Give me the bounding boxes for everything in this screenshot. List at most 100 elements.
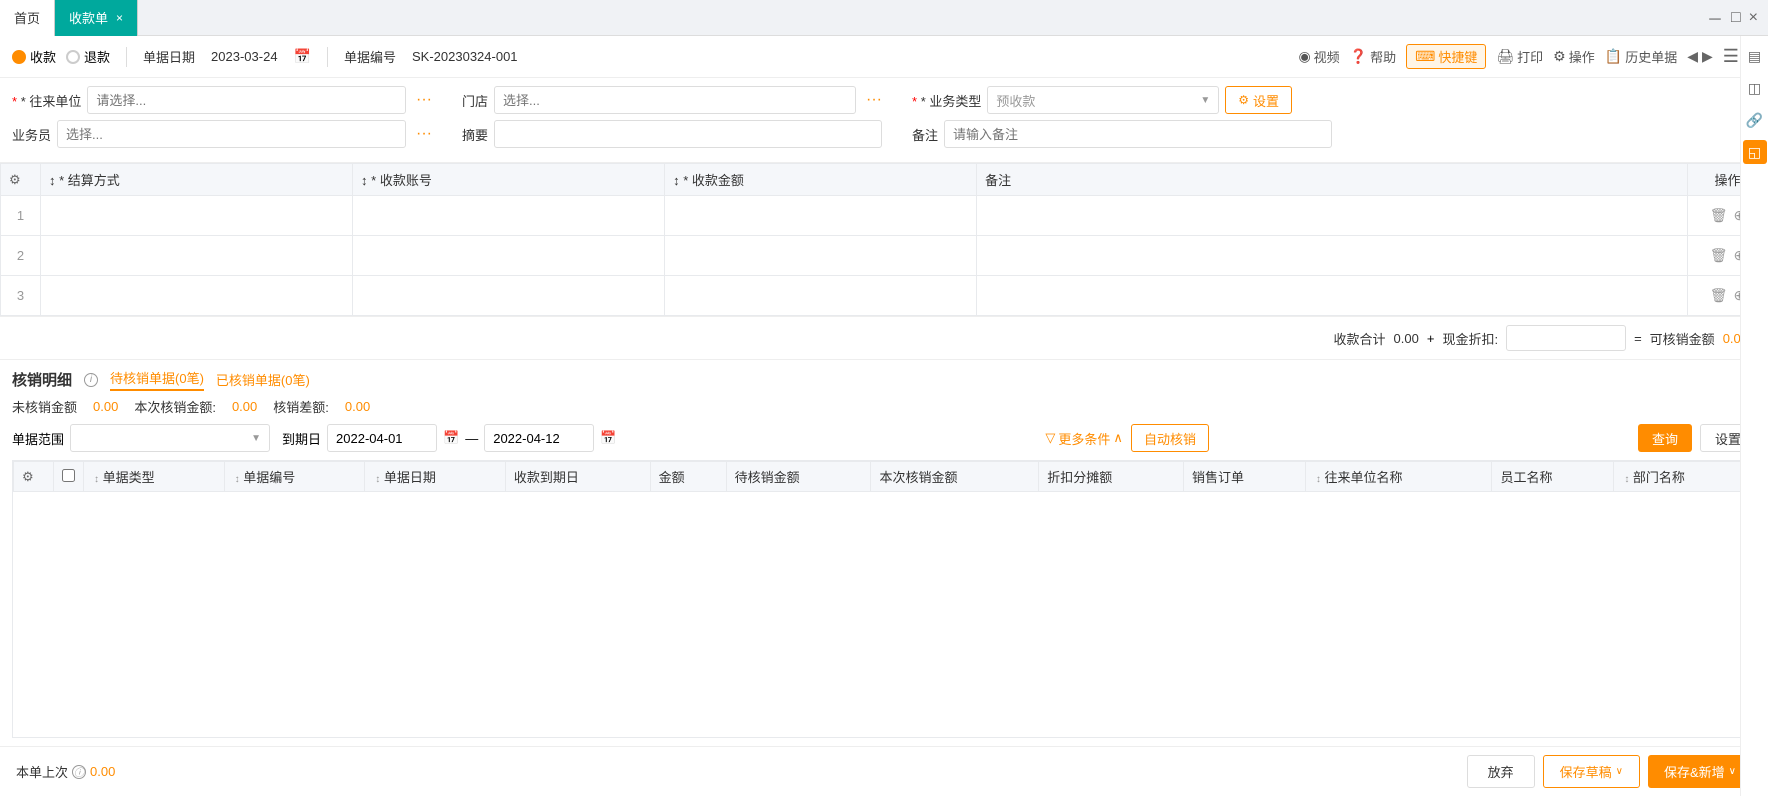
col-remark: 备注 <box>977 164 1688 196</box>
row1-account[interactable] <box>353 196 665 236</box>
video-icon: ◉ <box>1298 48 1310 65</box>
row3-remark[interactable] <box>977 276 1688 316</box>
receipt-radio-dot <box>12 50 26 64</box>
maximize-icon[interactable]: □ <box>1731 9 1741 27</box>
store-more-btn[interactable]: ··· <box>866 91 882 109</box>
settings-icon: ⚙ <box>1238 93 1249 107</box>
summary-input[interactable] <box>494 120 882 148</box>
table-row: 1 🗑⊕ <box>1 196 1768 236</box>
row2-settlement[interactable] <box>41 236 353 276</box>
pending-tab[interactable]: 待核销单据(0笔) <box>110 368 204 391</box>
party-input[interactable] <box>87 86 406 114</box>
sidebar-link-icon[interactable]: 🔗 <box>1743 108 1767 132</box>
video-btn[interactable]: ◉ 视频 <box>1298 47 1339 66</box>
row1-settlement[interactable] <box>41 196 353 236</box>
tab-bar: 首页 收款单 × － □ × <box>0 0 1768 36</box>
mode-refund[interactable]: 退款 <box>66 47 110 66</box>
sidebar-table-icon[interactable]: ▤ <box>1743 44 1767 68</box>
settings-btn[interactable]: ⚙ 设置 <box>1225 86 1292 114</box>
sidebar-doc-icon[interactable]: ◫ <box>1743 76 1767 100</box>
query-btn[interactable]: 查询 <box>1638 424 1692 452</box>
form-row-1: * * 往来单位 ··· 门店 ··· * * 业务类型 预收款 ▼ ⚙ 设置 <box>12 86 1756 114</box>
row3-delete-icon[interactable]: 🗑 <box>1710 287 1728 304</box>
nav-prev-icon[interactable]: ◀ <box>1687 48 1698 65</box>
done-tab[interactable]: 已核销单据(0笔) <box>216 370 310 389</box>
auto-verify-btn[interactable]: 自动核销 <box>1131 424 1209 452</box>
form-section: * * 往来单位 ··· 门店 ··· * * 业务类型 预收款 ▼ ⚙ 设置 <box>0 78 1768 163</box>
right-sidebar: ▤ ◫ 🔗 ◱ <box>1740 36 1768 796</box>
print-btn[interactable]: 🖨 打印 <box>1496 47 1543 66</box>
operation-icon: ⚙ <box>1553 48 1566 65</box>
more-conditions-btn[interactable]: ▽ 更多条件 ∧ <box>1045 429 1123 448</box>
row3-amount[interactable] <box>665 276 977 316</box>
date-from-input[interactable] <box>327 424 437 452</box>
col-doc-date: ↕ 单据日期 <box>365 462 506 492</box>
party-label: * * 往来单位 <box>12 91 81 110</box>
tab-home[interactable]: 首页 <box>0 0 55 36</box>
select-all-checkbox[interactable] <box>62 469 75 482</box>
help-btn[interactable]: ❓ 帮助 <box>1350 47 1396 66</box>
abandon-btn[interactable]: 放弃 <box>1467 755 1535 788</box>
row3-account[interactable] <box>353 276 665 316</box>
row2-remark[interactable] <box>977 236 1688 276</box>
shortcut-btn[interactable]: ⌨ 快捷键 <box>1406 44 1486 69</box>
store-input[interactable] <box>494 86 856 114</box>
row2-account[interactable] <box>353 236 665 276</box>
print-icon: 🖨 <box>1496 48 1514 65</box>
row-num-3: 3 <box>1 276 41 316</box>
row1-amount[interactable] <box>665 196 977 236</box>
table-gear-icon[interactable]: ⚙ <box>9 172 21 187</box>
close-icon[interactable]: × <box>1749 9 1758 27</box>
receipt-table: ⚙ ↕ * 结算方式 ↕ * 收款账号 ↕ * 收款金额 备注 操作 1 🗑⊕ <box>0 163 1768 316</box>
party-field: * * 往来单位 ··· <box>12 86 432 114</box>
save-btn[interactable]: 保存&新增 ∨ <box>1648 755 1752 788</box>
divider1 <box>126 47 127 67</box>
verify-header: 核销明细 i 待核销单据(0笔) 已核销单据(0笔) <box>12 368 1756 391</box>
bottom-table-gear-icon[interactable]: ⚙ <box>22 469 34 484</box>
row2-amount[interactable] <box>665 236 977 276</box>
date-range-field: 到期日 📅 — 📅 <box>282 424 616 452</box>
diff-label: 核销差额: <box>273 397 329 416</box>
filter-row: 单据范围 ▼ 到期日 📅 — 📅 ▽ 更多条件 ∧ <box>12 424 1756 452</box>
refund-radio-dot <box>66 50 80 64</box>
mode-receipt[interactable]: 收款 <box>12 47 56 66</box>
row3-settlement[interactable] <box>41 276 353 316</box>
col-sales-order: 销售订单 <box>1184 462 1306 492</box>
history-btn[interactable]: 📋 历史单据 <box>1605 47 1677 66</box>
operation-btn[interactable]: ⚙ 操作 <box>1553 47 1595 66</box>
divider2 <box>327 47 328 67</box>
tab-close-icon[interactable]: × <box>116 11 123 25</box>
row2-delete-icon[interactable]: 🗑 <box>1710 247 1728 264</box>
history-icon: 📋 <box>1605 48 1622 65</box>
date-to-input[interactable] <box>484 424 594 452</box>
range-select[interactable]: ▼ <box>70 424 270 452</box>
staff-more-btn[interactable]: ··· <box>416 125 432 143</box>
verify-info-icon[interactable]: i <box>84 373 98 387</box>
date-from-cal-icon[interactable]: 📅 <box>443 430 459 446</box>
tab-receipt[interactable]: 收款单 × <box>55 0 138 36</box>
sidebar-expand-icon[interactable]: ◱ <box>1743 140 1767 164</box>
party-more-btn[interactable]: ··· <box>416 91 432 109</box>
expand-icon: ∧ <box>1113 430 1123 446</box>
available-label: 可核销金额 <box>1650 329 1715 348</box>
draft-btn[interactable]: 保存草稿 ∨ <box>1543 755 1640 788</box>
diff-value: 0.00 <box>345 399 370 414</box>
date-calendar-icon[interactable]: 📅 <box>294 48 311 65</box>
bottom-info-icon[interactable]: ⓘ <box>72 765 86 779</box>
minimize-icon[interactable]: － <box>1707 6 1723 30</box>
range-field: 单据范围 ▼ <box>12 424 270 452</box>
row-num-1: 1 <box>1 196 41 236</box>
nav-next-icon[interactable]: ▶ <box>1702 48 1713 65</box>
col-due-date: 收款到期日 <box>505 462 650 492</box>
mode-radio-group: 收款 退款 <box>12 47 110 66</box>
row1-remark[interactable] <box>977 196 1688 236</box>
date-to-cal-icon[interactable]: 📅 <box>600 430 616 446</box>
row1-delete-icon[interactable]: 🗑 <box>1710 207 1728 224</box>
discount-input[interactable] <box>1506 325 1626 351</box>
remark-input[interactable] <box>944 120 1332 148</box>
plus-sign: + <box>1427 331 1435 346</box>
staff-input[interactable] <box>57 120 406 148</box>
layout-list-icon[interactable]: ☰ <box>1723 46 1739 67</box>
biz-type-select[interactable]: 预收款 ▼ <box>987 86 1219 114</box>
summary-label: 摘要 <box>462 125 488 144</box>
